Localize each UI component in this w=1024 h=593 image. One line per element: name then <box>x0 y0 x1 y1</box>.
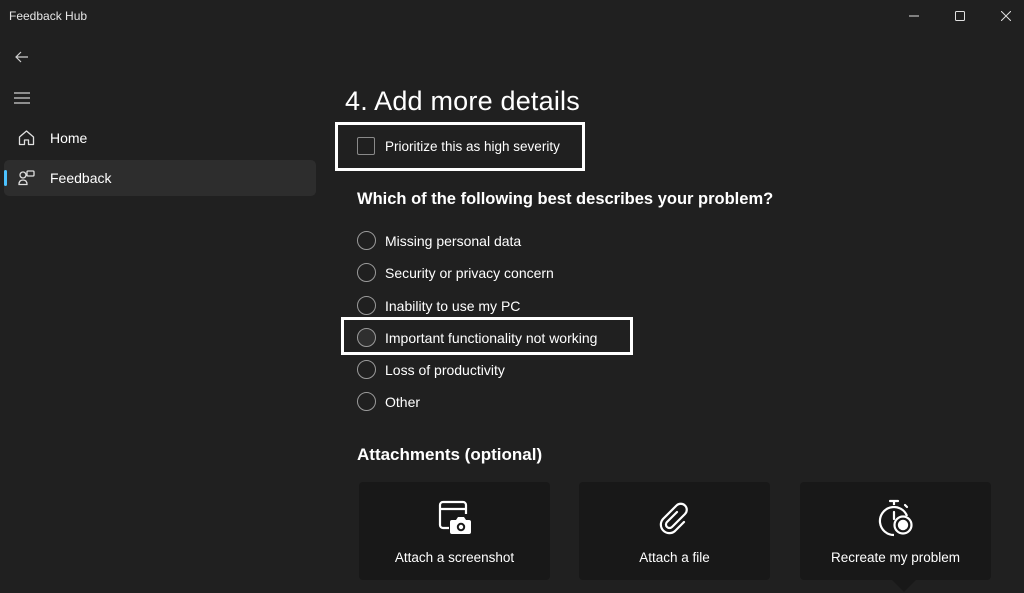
attachments-heading: Attachments (optional) <box>357 445 543 464</box>
back-button[interactable] <box>4 41 40 73</box>
radio-option-inability-to-use-pc[interactable]: Inability to use my PC <box>357 296 520 315</box>
sidebar-item-home[interactable]: Home <box>4 120 316 156</box>
radio-label: Loss of productivity <box>385 361 505 378</box>
selection-indicator <box>4 170 7 186</box>
card-label: Recreate my problem <box>830 550 961 565</box>
sidebar-item-label: Feedback <box>50 170 112 186</box>
high-severity-checkbox[interactable]: Prioritize this as high severity <box>357 137 560 155</box>
radio-option-security-privacy[interactable]: Security or privacy concern <box>357 263 554 282</box>
radio-option-other[interactable]: Other <box>357 392 420 411</box>
radio-button[interactable] <box>357 263 376 282</box>
hamburger-menu-button[interactable] <box>4 82 40 114</box>
attach-screenshot-button[interactable]: Attach a screenshot <box>359 482 550 580</box>
tooltip-pointer <box>892 580 916 592</box>
title-bar: Feedback Hub <box>0 0 1024 34</box>
radio-button[interactable] <box>357 231 376 250</box>
minimize-icon <box>909 15 919 17</box>
radio-option-important-functionality[interactable]: Important functionality not working <box>357 328 597 347</box>
home-icon <box>10 130 42 146</box>
radio-label: Security or privacy concern <box>385 264 554 281</box>
radio-button[interactable] <box>357 360 376 379</box>
sidebar: Home Feedback <box>0 34 322 593</box>
question-heading: Which of the following best describes yo… <box>357 190 774 208</box>
maximize-button[interactable] <box>937 0 983 32</box>
attach-file-button[interactable]: Attach a file <box>579 482 770 580</box>
app-title: Feedback Hub <box>9 9 88 23</box>
screenshot-camera-icon <box>435 498 475 538</box>
radio-option-loss-of-productivity[interactable]: Loss of productivity <box>357 360 505 379</box>
radio-label: Inability to use my PC <box>385 297 521 314</box>
card-label: Attach a file <box>639 550 710 565</box>
radio-label: Other <box>385 393 421 410</box>
sidebar-item-feedback[interactable]: Feedback <box>4 160 316 196</box>
back-arrow-icon <box>15 51 28 63</box>
stopwatch-record-icon <box>876 498 916 538</box>
radio-option-missing-personal-data[interactable]: Missing personal data <box>357 231 521 250</box>
radio-label: Missing personal data <box>385 232 522 249</box>
card-label: Attach a screenshot <box>394 550 515 565</box>
radio-button[interactable] <box>357 296 376 315</box>
hamburger-menu-icon <box>14 92 30 104</box>
checkbox[interactable] <box>357 137 375 155</box>
radio-label: Important functionality not working <box>385 329 598 346</box>
maximize-icon <box>955 11 965 21</box>
paperclip-icon <box>655 498 695 538</box>
radio-button[interactable] <box>357 328 376 347</box>
close-icon <box>1001 11 1011 21</box>
checkbox-label: Prioritize this as high severity <box>385 138 560 154</box>
minimize-button[interactable] <box>891 0 937 32</box>
feedback-icon <box>10 170 42 186</box>
sidebar-item-label: Home <box>50 130 88 146</box>
close-button[interactable] <box>983 0 1024 32</box>
main-content: 4. Add more details Prioritize this as h… <box>322 34 1024 593</box>
section-title: 4. Add more details <box>345 86 580 116</box>
radio-button[interactable] <box>357 392 376 411</box>
recreate-problem-button[interactable]: Recreate my problem <box>800 482 991 580</box>
